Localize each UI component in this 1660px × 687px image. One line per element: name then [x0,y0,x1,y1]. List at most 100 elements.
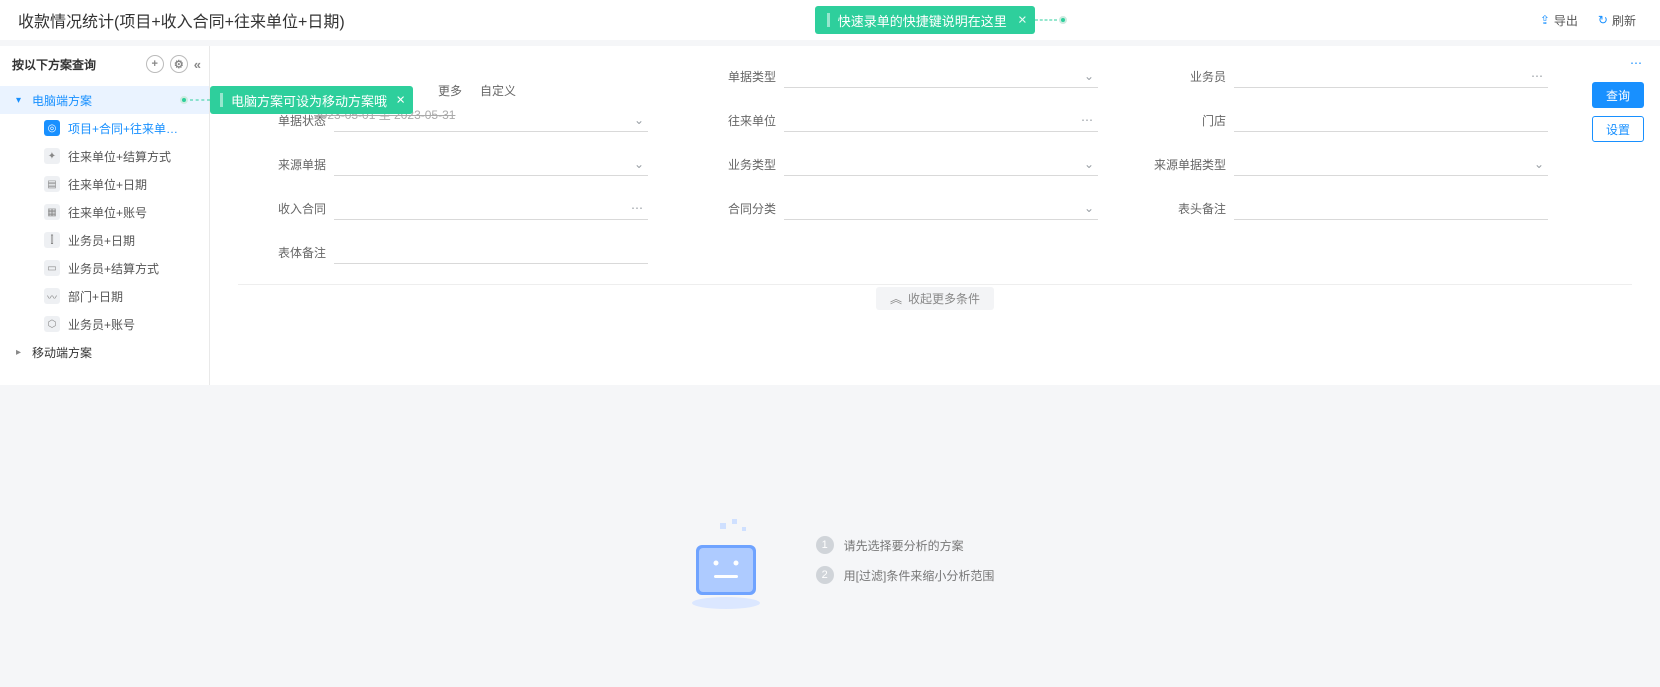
scheme-icon: ▤ [44,176,60,192]
refresh-label: 刷新 [1612,12,1636,29]
tree-item[interactable]: ◎ 项目+合同+往来单位... [0,114,209,142]
sidebar-header: 按以下方案查询 + ⚙ « [0,46,209,82]
tree-item[interactable]: ⫿ 业务员+日期 [0,226,209,254]
ellipsis-icon: ⋯ [631,201,644,215]
income-contract-picker[interactable]: ⋯ [334,196,648,220]
contract-class-select[interactable]: ⌄ [784,196,1098,220]
filter-label: 业务类型 [688,156,784,173]
date-tabs: 更多 自定义 [438,82,516,99]
filter-actions: ⋯ 查询 设置 [1592,56,1644,142]
store-input[interactable] [1234,108,1548,132]
filter-body-remark: 表体备注 [238,240,648,264]
tree-item[interactable]: ▭ 业务员+结算方式 [0,254,209,282]
chevron-down-icon: ⌄ [634,113,644,127]
ellipsis-icon: ⋯ [1081,113,1094,127]
filter-header-remark: 表头备注 [1138,196,1548,220]
tree-item[interactable]: ⬡ 业务员+账号 [0,310,209,338]
tree-group-mobile[interactable]: ▸ 移动端方案 [0,338,209,366]
filter-counterparty: 往来单位 ⋯ [688,108,1098,132]
collapse-sidebar-button[interactable]: « [194,57,201,72]
filter-document-type: 单据类型 ⌄ [688,64,1098,88]
filter-label: 表体备注 [238,244,334,261]
counterparty-picker[interactable]: ⋯ [784,108,1098,132]
filter-label: 来源单据类型 [1138,156,1234,173]
empty-state: 1 请先选择要分析的方案 2 用[过滤]条件来缩小分析范围 [0,505,1660,615]
scheme-icon: ▦ [44,204,60,220]
tree-item[interactable]: ▦ 往来单位+账号 [0,198,209,226]
tree-item[interactable]: ▤ 往来单位+日期 [0,170,209,198]
chevron-down-icon: ⌄ [1084,201,1094,215]
step-text: 请先选择要分析的方案 [844,537,964,554]
step-number-1: 1 [816,536,834,554]
anchor-dot-icon [180,96,188,104]
add-scheme-button[interactable]: + [146,55,164,73]
caret-right-icon: ▸ [16,347,24,358]
scheme-icon: ⫿ [44,232,60,248]
empty-step-1: 1 请先选择要分析的方案 [816,536,995,554]
filter-label: 单据类型 [688,68,784,85]
sidebar-title: 按以下方案查询 [12,56,96,73]
filter-contract-class: 合同分类 ⌄ [688,196,1098,220]
chevron-down-icon: ⌄ [1534,157,1544,171]
empty-illustration-icon [666,505,786,615]
search-button[interactable]: 查询 [1592,82,1644,108]
source-doc-select[interactable]: ⌄ [334,152,648,176]
tree-item-label: 业务员+日期 [68,232,135,249]
tree-item[interactable]: 〰 部门+日期 [0,282,209,310]
tree-item-label: 项目+合同+往来单位... [68,120,188,137]
scheme-icon: ◎ [44,120,60,136]
header-remark-input[interactable] [1234,196,1548,220]
tree-item-label: 往来单位+结算方式 [68,148,171,165]
accent-bar-icon [220,93,223,107]
filter-source-doc-type: 来源单据类型 ⌄ [1138,152,1548,176]
chevron-down-icon: ⌄ [634,157,644,171]
top-actions: ⇪ 导出 ↻ 刷新 [1540,12,1636,29]
tab-more[interactable]: 更多 [438,82,462,99]
step-text: 用[过滤]条件来缩小分析范围 [844,567,995,584]
settings-button[interactable]: 设置 [1592,116,1644,142]
export-icon: ⇪ [1540,13,1550,27]
shortcut-tip-text: 快速录单的快捷键说明在这里 [838,11,1007,30]
refresh-button[interactable]: ↻ 刷新 [1598,12,1636,29]
scheme-tip: 电脑方案可设为移动方案哦 × [210,86,413,114]
close-icon[interactable]: × [396,92,405,109]
caret-down-icon: ▾ [16,95,24,106]
settings-button-label: 设置 [1606,121,1630,138]
filter-salesman: 业务员 ⋯ [1138,64,1548,88]
settings-icon-button[interactable]: ⚙ [170,55,188,73]
step-number-2: 2 [816,566,834,584]
tree-item[interactable]: ✦ 往来单位+结算方式 [0,142,209,170]
body-remark-input[interactable] [334,240,648,264]
filter-label: 往来单位 [688,112,784,129]
search-button-label: 查询 [1606,87,1630,104]
filter-panel: 更多 自定义 2023-05-01 至 2023-05-31 ⋯ 查询 设置 单… [210,46,1660,385]
tab-custom[interactable]: 自定义 [480,82,516,99]
filter-label: 合同分类 [688,200,784,217]
source-doc-type-select[interactable]: ⌄ [1234,152,1548,176]
tree-item-label: 往来单位+日期 [68,176,147,193]
tree-item-label: 业务员+结算方式 [68,260,159,277]
export-button[interactable]: ⇪ 导出 [1540,12,1578,29]
tree-group-label: 电脑端方案 [32,92,92,109]
close-icon[interactable]: × [1018,12,1027,29]
filter-biz-type: 业务类型 ⌄ [688,152,1098,176]
refresh-icon: ↻ [1598,13,1608,27]
salesman-picker[interactable]: ⋯ [1234,64,1548,88]
scheme-icon: ✦ [44,148,60,164]
more-options-button[interactable]: ⋯ [1618,56,1644,74]
filter-income-contract: 收入合同 ⋯ [238,196,648,220]
filter-label: 业务员 [1138,68,1234,85]
filter-label: 收入合同 [238,200,334,217]
document-type-select[interactable]: ⌄ [784,64,1098,88]
collapse-filters-button[interactable]: ︽ 收起更多条件 [876,287,994,310]
tree-group-desktop[interactable]: ▾ 电脑端方案 [0,86,209,114]
body-row: 按以下方案查询 + ⚙ « 电脑方案可设为移动方案哦 × ▾ 电脑端方案 ◎ 项… [0,40,1660,385]
scheme-tree: ▾ 电脑端方案 ◎ 项目+合同+往来单位... ✦ 往来单位+结算方式 ▤ 往来… [0,82,209,385]
anchor-dot-icon [1059,16,1067,24]
empty-step-2: 2 用[过滤]条件来缩小分析范围 [816,566,995,584]
filter-label: 表头备注 [1138,200,1234,217]
chevron-up-icon: ︽ [890,290,902,307]
export-label: 导出 [1554,12,1578,29]
biz-type-select[interactable]: ⌄ [784,152,1098,176]
scheme-icon: ▭ [44,260,60,276]
